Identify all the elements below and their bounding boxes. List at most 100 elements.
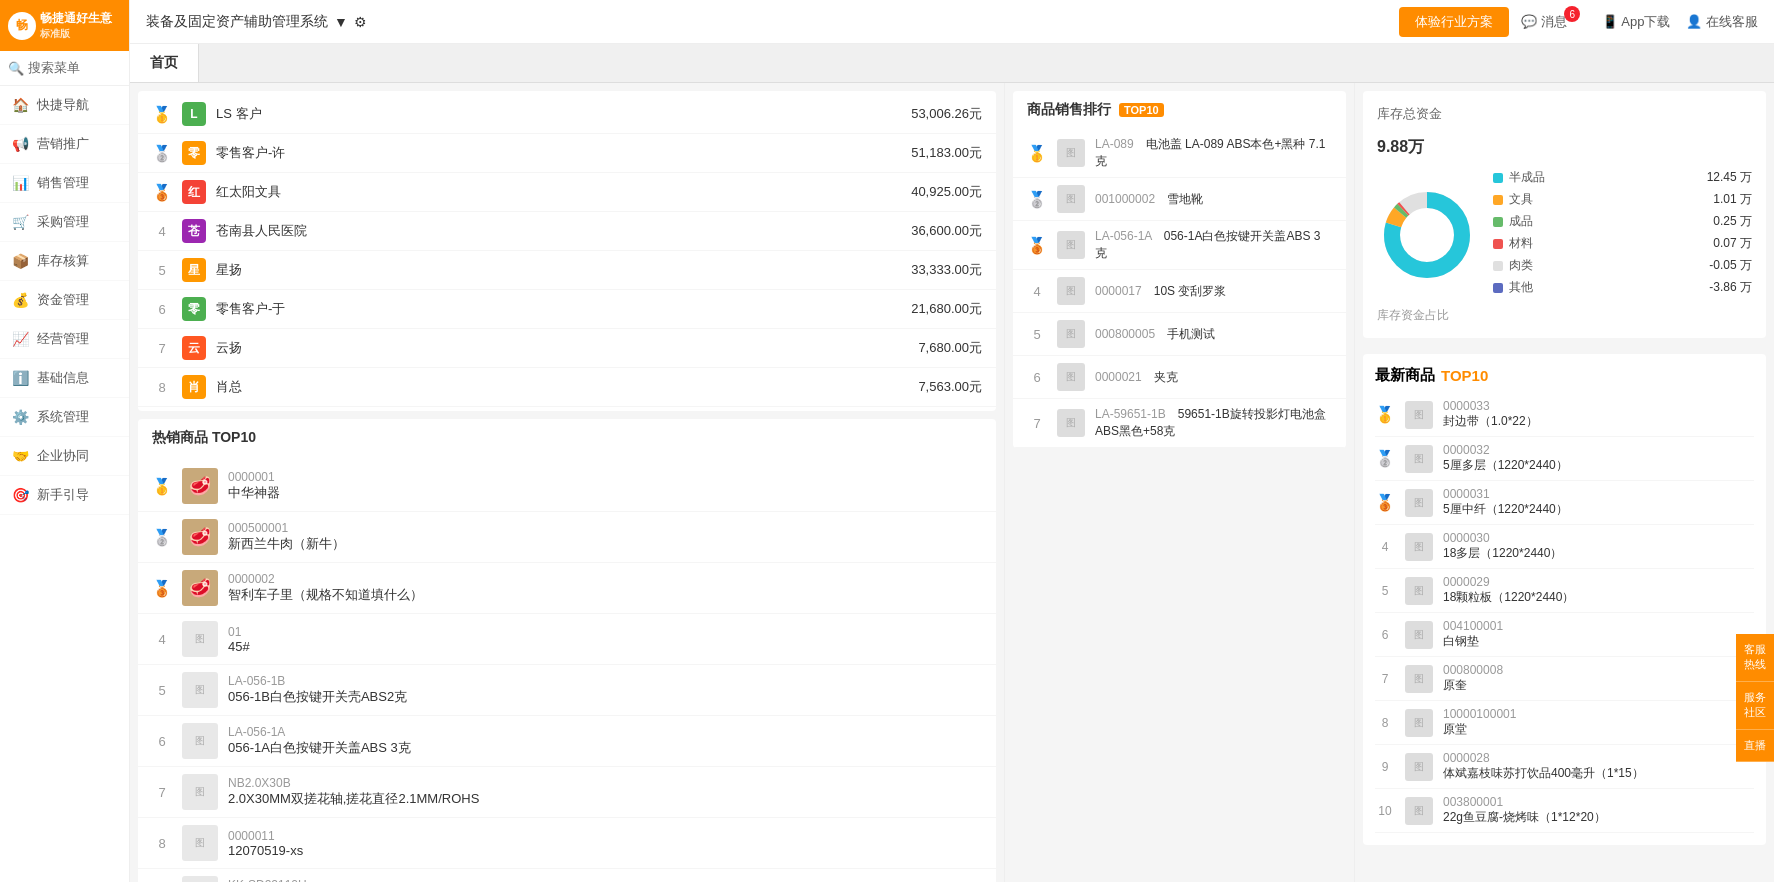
rank-number: 5: [1375, 584, 1395, 598]
product-thumb: 图: [1405, 401, 1433, 429]
medal-icon: 🥉: [1375, 493, 1395, 512]
legend-value: 12.45 万: [1707, 169, 1752, 186]
product-info: 0000029 18颗粒板（1220*2440）: [1443, 575, 1574, 606]
list-item: 🥉 🥩 0000002 智利车子里（规格不知道填什么）: [138, 563, 996, 614]
product-info: 0000033 封边带（1.0*22）: [1443, 399, 1538, 430]
sidebar-icon-10: 🎯: [12, 487, 29, 503]
product-info: LA-59651-1B 59651-1B旋转投影灯电池盒ABS黑色+58克: [1095, 406, 1332, 440]
legend-item: 材料 0.07 万: [1493, 235, 1752, 252]
sidebar-label-5: 资金管理: [37, 291, 89, 309]
online-service[interactable]: 👤 在线客服: [1686, 13, 1758, 31]
list-item: 🥈 图 001000002 雪地靴: [1013, 178, 1346, 221]
product-thumb: 图: [1405, 445, 1433, 473]
product-thumb: 图: [182, 621, 218, 657]
sidebar-item-10[interactable]: 🎯新手引导: [0, 476, 129, 515]
product-thumb: 图: [1057, 231, 1085, 259]
rank-number: 6: [152, 734, 172, 749]
system-title: 装备及固定资产辅助管理系统: [146, 13, 328, 31]
product-info: LA-056-1B 056-1B白色按键开关壳ABS2克: [228, 674, 982, 706]
sidebar-item-5[interactable]: 💰 资金管理: [0, 281, 129, 320]
settings-icon[interactable]: ⚙: [354, 14, 367, 30]
rank-number: 4: [1375, 540, 1395, 554]
product-thumb: 图: [1405, 665, 1433, 693]
list-item: 4 图 0000030 18多层（1220*2440）: [1375, 525, 1754, 569]
product-info: 0000017 10S 变刮罗浆: [1095, 283, 1332, 300]
float-btn-live[interactable]: 直播: [1736, 730, 1774, 762]
nav-tabs: 首页: [130, 44, 1774, 83]
rank-number: 7: [152, 785, 172, 800]
float-btn-community[interactable]: 服务社区: [1736, 682, 1774, 730]
product-info: 0000030 18多层（1220*2440）: [1443, 531, 1562, 562]
product-thumb: 图: [1405, 489, 1433, 517]
product-info: 000800005 手机测试: [1095, 326, 1332, 343]
product-thumb: 图: [1057, 185, 1085, 213]
list-item: 10 图 003800001 22g鱼豆腐-烧烤味（1*12*20）: [1375, 789, 1754, 833]
rank-name: 肖总: [216, 378, 908, 396]
product-info: NB2.0X30B 2.0X30MM双搓花轴,搓花直径2.1MM/ROHS: [228, 776, 982, 808]
list-item: 5 图 0000029 18颗粒板（1220*2440）: [1375, 569, 1754, 613]
medal-icon: 🥇: [152, 477, 172, 496]
legend-dot: [1493, 217, 1503, 227]
topbar-right: 💬 消息 6 📱 App下载 👤 在线客服: [1521, 13, 1758, 31]
rank-amount: 36,600.00元: [911, 222, 982, 240]
rank-amount: 53,006.26元: [911, 105, 982, 123]
product-thumb: 图: [1405, 709, 1433, 737]
sidebar-item-2[interactable]: 📊销售管理: [0, 164, 129, 203]
customer-ranking-card: 🥇 L LS 客户 53,006.26元 🥈 零 零售客户-许 51,183.0…: [138, 91, 996, 411]
new-products-card: 最新商品 TOP10 🥇 图 0000033 封边带（1.0*22） 🥈 图 0…: [1363, 354, 1766, 845]
sidebar-item-1[interactable]: 📢营销推广: [0, 125, 129, 164]
list-item: 🥈 图 0000032 5厘多层（1220*2440）: [1375, 437, 1754, 481]
sidebar-icon-0: 🏠: [12, 97, 29, 113]
sidebar-item-6[interactable]: 📈经营管理: [0, 320, 129, 359]
message-area[interactable]: 💬 消息 6: [1521, 13, 1586, 31]
sidebar-icon-9: 🤝: [12, 448, 29, 464]
product-info: 0000011 12070519-xs: [228, 829, 982, 858]
tab-home[interactable]: 首页: [130, 44, 199, 82]
sidebar-icon-5: 💰: [12, 292, 29, 308]
product-thumb: 图: [1057, 409, 1085, 437]
list-item: 4 图 0000017 10S 变刮罗浆: [1013, 270, 1346, 313]
list-item: 9 图 KK-SD22110H 花语萌恒温分腿睡袋（厚款）: [138, 869, 996, 882]
sidebar: 畅 畅捷通好生意 标准版 🔍 搜索菜单 🏠快捷导航📢营销推广📊销售管理🛒采购管理…: [0, 0, 130, 882]
dropdown-icon[interactable]: ▼: [334, 14, 348, 30]
list-item: 7 图 LA-59651-1B 59651-1B旋转投影灯电池盒ABS黑色+58…: [1013, 399, 1346, 448]
topbar: 装备及固定资产辅助管理系统 ▼ ⚙ 体验行业方案 💬 消息 6 📱 App下载 …: [130, 0, 1774, 44]
rank-name: 星扬: [216, 261, 901, 279]
search-icon: 🔍: [8, 61, 24, 76]
sidebar-item-4[interactable]: 📦库存核算: [0, 242, 129, 281]
list-item: 6 图 LA-056-1A 056-1A白色按键开关盖ABS 3克: [138, 716, 996, 767]
rank-avatar: 星: [182, 258, 206, 282]
product-ranking-badge: TOP10: [1119, 103, 1164, 117]
rank-avatar: 零: [182, 141, 206, 165]
inventory-amount: 9.88万: [1377, 127, 1424, 158]
inventory-amount-area: 9.88万: [1377, 127, 1752, 159]
list-item: 8 图 0000011 12070519-xs: [138, 818, 996, 869]
float-btn-service[interactable]: 客服热线: [1736, 634, 1774, 682]
sidebar-item-7[interactable]: ℹ️ 基础信息: [0, 359, 129, 398]
middle-panel: 商品销售排行 TOP10 🥇 图 LA-089 电池盖 LA-089 ABS本色…: [1004, 83, 1354, 882]
medal-icon: 🥇: [1375, 405, 1395, 424]
sidebar-item-9[interactable]: 🤝企业协同: [0, 437, 129, 476]
sidebar-label-7: 基础信息: [37, 369, 89, 387]
legend-item: 半成品 12.45 万: [1493, 169, 1752, 186]
rank-name: LS 客户: [216, 105, 901, 123]
sidebar-item-0[interactable]: 🏠快捷导航: [0, 86, 129, 125]
sidebar-item-8[interactable]: ⚙️系统管理: [0, 398, 129, 437]
trial-button[interactable]: 体验行业方案: [1399, 7, 1509, 37]
sidebar-item-3[interactable]: 🛒采购管理: [0, 203, 129, 242]
sidebar-icon-7: ℹ️: [12, 370, 29, 386]
rank-number: 6: [152, 302, 172, 317]
system-title-area: 装备及固定资产辅助管理系统 ▼ ⚙: [146, 13, 1387, 31]
search-menu[interactable]: 🔍 搜索菜单: [0, 51, 129, 86]
main-content: 装备及固定资产辅助管理系统 ▼ ⚙ 体验行业方案 💬 消息 6 📱 App下载 …: [130, 0, 1774, 882]
app-download[interactable]: 📱 App下载: [1602, 13, 1670, 31]
legend-item: 成品 0.25 万: [1493, 213, 1752, 230]
rank-number: 7: [1027, 416, 1047, 431]
product-info: 0000032 5厘多层（1220*2440）: [1443, 443, 1568, 474]
medal-icon: 🥈: [152, 528, 172, 547]
product-info: 0000001 中华神器: [228, 470, 982, 502]
message-badge: 6: [1564, 6, 1580, 22]
rank-amount: 21,680.00元: [911, 300, 982, 318]
legend-value: 0.25 万: [1713, 213, 1752, 230]
product-thumb: 🥩: [182, 519, 218, 555]
